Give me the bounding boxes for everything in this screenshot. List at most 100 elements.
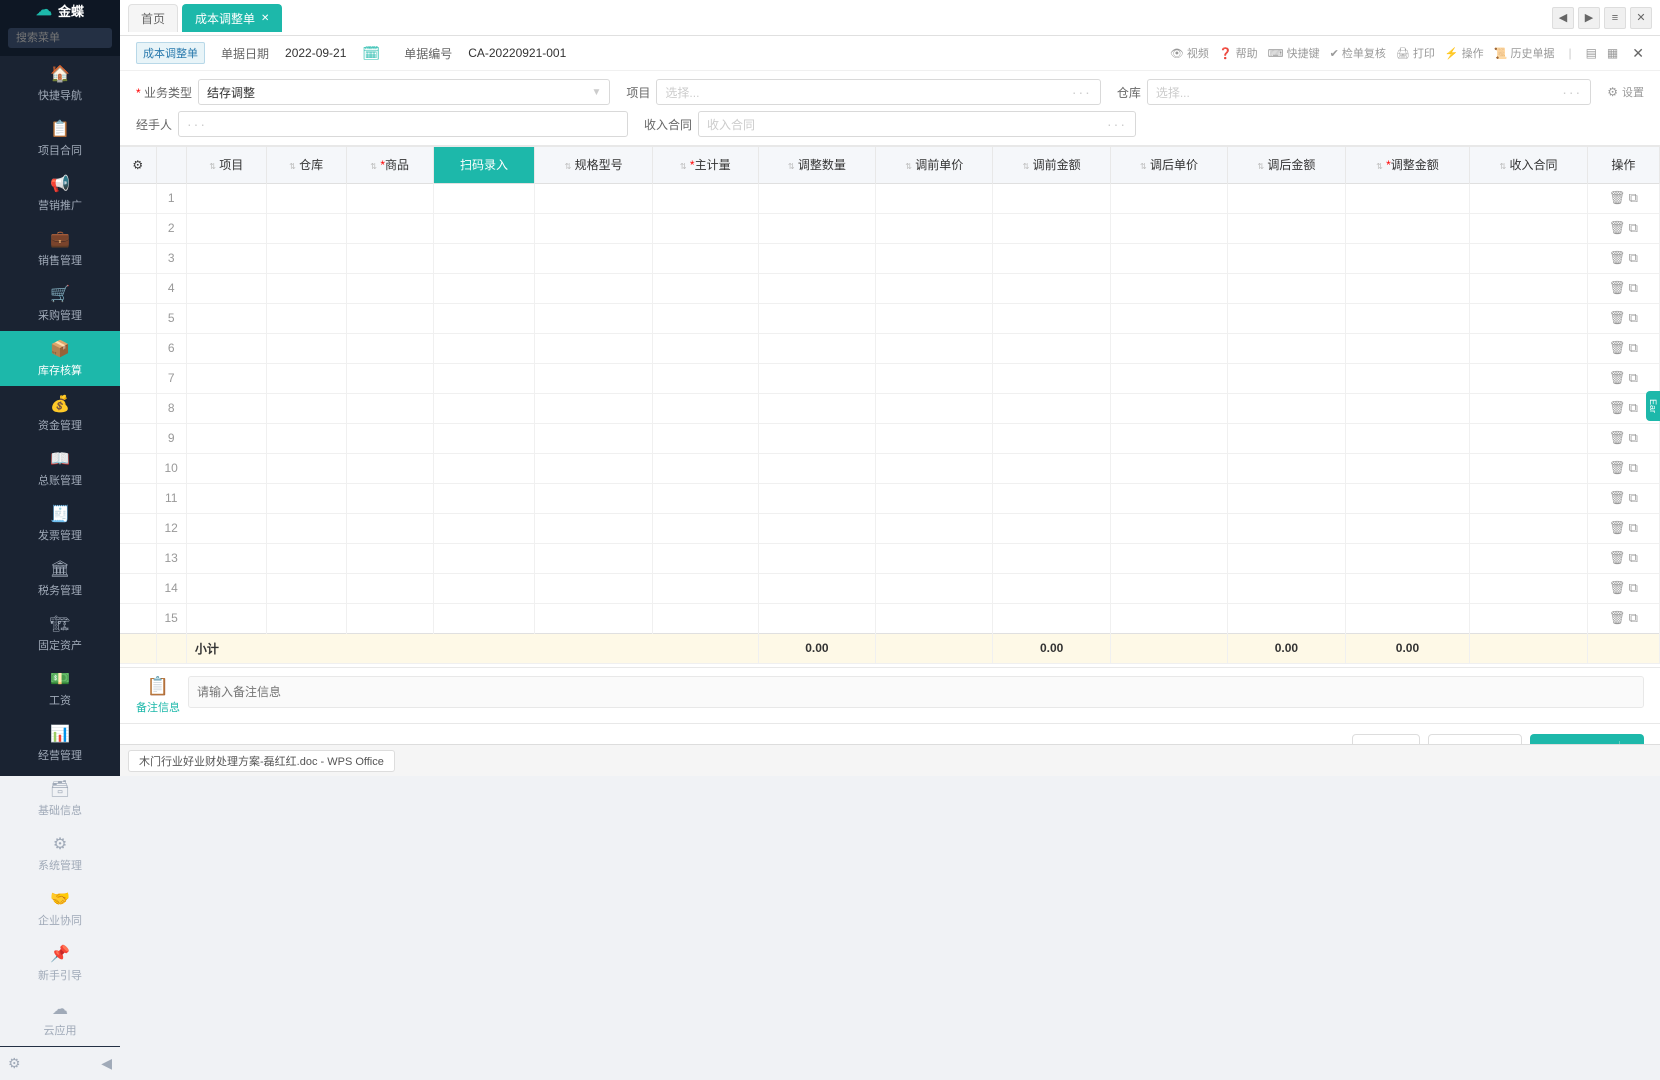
row-after-amount[interactable] <box>1228 363 1345 393</box>
row-copy-icon[interactable]: ⧉ <box>1629 280 1638 295</box>
row-warehouse[interactable] <box>266 243 346 273</box>
after-price-sort[interactable]: ⇅ <box>1140 162 1147 171</box>
row-scan[interactable] <box>433 483 535 513</box>
notes-input[interactable] <box>188 676 1644 708</box>
row-adjust-amount[interactable] <box>1345 183 1470 213</box>
row-spec[interactable] <box>535 183 652 213</box>
row-product[interactable] <box>346 183 433 213</box>
sidebar-item-purchase[interactable]: 🛒采购管理 <box>0 276 120 331</box>
row-scan[interactable] <box>433 603 535 633</box>
row-copy-icon[interactable]: ⧉ <box>1629 460 1638 475</box>
row-project[interactable] <box>186 543 266 573</box>
row-delete-icon[interactable]: 🗑 <box>1609 460 1626 475</box>
row-before-price[interactable] <box>876 483 993 513</box>
row-before-amount[interactable] <box>993 543 1110 573</box>
row-spec[interactable] <box>535 603 652 633</box>
row-scan[interactable] <box>433 213 535 243</box>
history-action[interactable]: 📜 历史单据 <box>1494 45 1555 61</box>
row-adjust-qty[interactable] <box>758 303 875 333</box>
row-project[interactable] <box>186 573 266 603</box>
adjust-qty-sort[interactable]: ⇅ <box>788 162 795 171</box>
row-scan[interactable] <box>433 363 535 393</box>
row-adjust-amount[interactable] <box>1345 213 1470 243</box>
row-before-amount[interactable] <box>993 573 1110 603</box>
row-unit[interactable] <box>652 423 758 453</box>
unit-sort[interactable]: ⇅ <box>680 162 687 171</box>
row-copy-icon[interactable]: ⧉ <box>1629 220 1638 235</box>
row-after-amount[interactable] <box>1228 213 1345 243</box>
row-adjust-amount[interactable] <box>1345 303 1470 333</box>
row-after-price[interactable] <box>1110 423 1227 453</box>
row-before-price[interactable] <box>876 543 993 573</box>
row-income-contract[interactable] <box>1470 423 1587 453</box>
sidebar-item-ops[interactable]: 📊经营管理 <box>0 716 120 771</box>
tab-home[interactable]: 首页 <box>128 4 178 32</box>
row-unit[interactable] <box>652 543 758 573</box>
row-spec[interactable] <box>535 423 652 453</box>
row-scan[interactable] <box>433 273 535 303</box>
row-before-price[interactable] <box>876 183 993 213</box>
row-project[interactable] <box>186 603 266 633</box>
row-before-amount[interactable] <box>993 333 1110 363</box>
row-product[interactable] <box>346 273 433 303</box>
row-scan[interactable] <box>433 303 535 333</box>
row-after-price[interactable] <box>1110 183 1227 213</box>
row-adjust-qty[interactable] <box>758 543 875 573</box>
row-after-amount[interactable] <box>1228 513 1345 543</box>
row-copy-icon[interactable]: ⧉ <box>1629 400 1638 415</box>
row-unit[interactable] <box>652 303 758 333</box>
row-copy-icon[interactable]: ⧉ <box>1629 520 1638 535</box>
row-after-amount[interactable] <box>1228 243 1345 273</box>
row-spec[interactable] <box>535 393 652 423</box>
row-before-price[interactable] <box>876 363 993 393</box>
row-delete-icon[interactable]: 🗑 <box>1609 580 1626 595</box>
row-after-price[interactable] <box>1110 603 1227 633</box>
row-adjust-qty[interactable] <box>758 423 875 453</box>
row-spec[interactable] <box>535 363 652 393</box>
sidebar-item-finance[interactable]: 💰资金管理 <box>0 386 120 441</box>
row-unit[interactable] <box>652 453 758 483</box>
row-scan[interactable] <box>433 513 535 543</box>
row-before-amount[interactable] <box>993 393 1110 423</box>
row-delete-icon[interactable]: 🗑 <box>1609 340 1626 355</box>
before-amount-sort[interactable]: ⇅ <box>1023 162 1030 171</box>
row-product[interactable] <box>346 453 433 483</box>
row-delete-icon[interactable]: 🗑 <box>1609 280 1626 295</box>
warehouse-input[interactable]: 选择... ··· <box>1147 79 1591 105</box>
row-before-price[interactable] <box>876 573 993 603</box>
row-delete-icon[interactable]: 🗑 <box>1609 310 1626 325</box>
row-unit[interactable] <box>652 393 758 423</box>
row-after-price[interactable] <box>1110 243 1227 273</box>
row-spec[interactable] <box>535 213 652 243</box>
row-before-price[interactable] <box>876 393 993 423</box>
layout-icon-1[interactable]: ▤ <box>1586 46 1597 60</box>
row-after-amount[interactable] <box>1228 573 1345 603</box>
row-income-contract[interactable] <box>1470 543 1587 573</box>
row-scan[interactable] <box>433 243 535 273</box>
row-unit[interactable] <box>652 603 758 633</box>
row-after-price[interactable] <box>1110 543 1227 573</box>
row-after-price[interactable] <box>1110 213 1227 243</box>
row-before-amount[interactable] <box>993 453 1110 483</box>
project-sort[interactable]: ⇅ <box>209 162 216 171</box>
sidebar-item-inventory[interactable]: 📦库存核算 <box>0 331 120 386</box>
row-before-amount[interactable] <box>993 303 1110 333</box>
row-unit[interactable] <box>652 363 758 393</box>
row-after-price[interactable] <box>1110 483 1227 513</box>
row-after-amount[interactable] <box>1228 453 1345 483</box>
row-project[interactable] <box>186 303 266 333</box>
row-scan[interactable] <box>433 573 535 603</box>
row-unit[interactable] <box>652 183 758 213</box>
layout-icon-2[interactable]: ▦ <box>1607 46 1618 60</box>
row-copy-icon[interactable]: ⧉ <box>1629 250 1638 265</box>
row-spec[interactable] <box>535 243 652 273</box>
sidebar-item-project-contract[interactable]: 📋项目合同 <box>0 111 120 166</box>
notes-icon-area[interactable]: 📋 备注信息 <box>136 676 180 715</box>
check-action[interactable]: ✔ 检单复核 <box>1330 45 1386 61</box>
row-before-price[interactable] <box>876 453 993 483</box>
row-before-price[interactable] <box>876 303 993 333</box>
project-input[interactable]: 选择... ··· <box>656 79 1100 105</box>
row-product[interactable] <box>346 333 433 363</box>
row-before-price[interactable] <box>876 333 993 363</box>
row-income-contract[interactable] <box>1470 513 1587 543</box>
